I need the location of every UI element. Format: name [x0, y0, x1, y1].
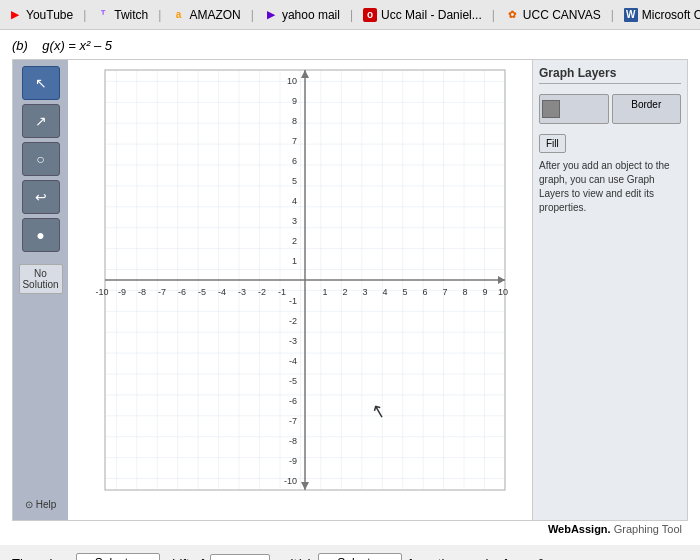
webassign-label: WebAssign. Graphing Tool	[12, 521, 688, 537]
svg-text:-2: -2	[289, 316, 297, 326]
help-button[interactable]: ⊙ Help	[25, 499, 57, 514]
svg-text:6: 6	[292, 156, 297, 166]
circle-tool[interactable]: ○	[22, 142, 60, 176]
graph-area: -10 -9 -8 -7 -6 -5 -4 -3 -2 -1 1 2 3 4 5…	[68, 60, 532, 520]
problem-label: (b) g(x) = x² – 5	[12, 38, 688, 53]
svg-text:1: 1	[322, 287, 327, 297]
sentence-prefix: There is a	[12, 556, 70, 561]
svg-text:-8: -8	[289, 436, 297, 446]
tab-yahoo[interactable]: ▶ yahoo mail	[264, 8, 340, 22]
svg-text:-3: -3	[289, 336, 297, 346]
svg-text:-5: -5	[198, 287, 206, 297]
svg-text:2: 2	[292, 236, 297, 246]
tab-office[interactable]: W Microsoft Office H...	[624, 8, 700, 22]
svg-text:-6: -6	[178, 287, 186, 297]
problem-equation: g(x) = x² – 5	[42, 38, 112, 53]
point-tool[interactable]: ●	[22, 218, 60, 252]
svg-text:-7: -7	[158, 287, 166, 297]
svg-text:-8: -8	[138, 287, 146, 297]
cursor-tool[interactable]: ↖	[22, 66, 60, 100]
svg-text:-7: -7	[289, 416, 297, 426]
graph-container: ↖ ↗ ○ ↩ ● No Solution ⊙ Help	[12, 59, 688, 521]
svg-text:-9: -9	[289, 456, 297, 466]
direction-select[interactable]: ---Select--- up down left right	[318, 553, 402, 560]
svg-text:-4: -4	[218, 287, 226, 297]
sentence-middle: shift of	[166, 556, 204, 561]
svg-text:-5: -5	[289, 376, 297, 386]
svg-text:9: 9	[482, 287, 487, 297]
canvas-favicon: ✿	[505, 8, 519, 22]
problem-part: (b)	[12, 38, 28, 53]
left-toolbar: ↖ ↗ ○ ↩ ● No Solution ⊙ Help	[13, 60, 68, 520]
shift-direction-select[interactable]: ---Select--- vertical horizontal	[76, 553, 160, 560]
svg-text:5: 5	[292, 176, 297, 186]
main-content: (b) g(x) = x² – 5 ↖ ↗ ○ ↩ ● No Solution …	[0, 30, 700, 545]
help-icon: ⊙	[25, 499, 33, 510]
youtube-favicon: ▶	[8, 8, 22, 22]
tab-amazon[interactable]: a AMAZON	[171, 8, 240, 22]
svg-text:-3: -3	[238, 287, 246, 297]
svg-text:10: 10	[498, 287, 508, 297]
sentence-suffix: from the graph of y = x².	[408, 556, 546, 561]
svg-text:3: 3	[362, 287, 367, 297]
graph-layers-title: Graph Layers	[539, 66, 681, 84]
word-favicon: W	[624, 8, 638, 22]
shift-amount-input[interactable]	[210, 554, 270, 560]
twitch-favicon: ᵀ	[96, 8, 110, 22]
svg-text:4: 4	[382, 287, 387, 297]
yahoo-favicon: ▶	[264, 8, 278, 22]
tab-canvas[interactable]: ✿ UCC CANVAS	[505, 8, 601, 22]
svg-text:-6: -6	[289, 396, 297, 406]
bottom-sentence: There is a ---Select--- vertical horizon…	[0, 545, 700, 560]
unit-label: unit(s)	[276, 556, 312, 561]
fill-button[interactable]: Fill	[539, 134, 566, 153]
color-swatch	[542, 100, 560, 118]
no-solution-button[interactable]: No Solution	[19, 264, 63, 294]
svg-text:10: 10	[287, 76, 297, 86]
svg-text:9: 9	[292, 96, 297, 106]
graph-layers-description: After you add an object to the graph, yo…	[539, 159, 681, 215]
svg-text:5: 5	[402, 287, 407, 297]
tab-youtube-label: YouTube	[26, 8, 73, 22]
svg-text:7: 7	[442, 287, 447, 297]
svg-text:3: 3	[292, 216, 297, 226]
ucc-mail-favicon: o	[363, 8, 377, 22]
move-tool[interactable]: ↗	[22, 104, 60, 138]
browser-toolbar: ▶ YouTube | ᵀ Twitch | a AMAZON | ▶ yaho…	[0, 0, 700, 30]
svg-text:-9: -9	[118, 287, 126, 297]
svg-text:4: 4	[292, 196, 297, 206]
svg-text:1: 1	[292, 256, 297, 266]
webassign-brand: WebAssign.	[548, 523, 611, 535]
border-button[interactable]: Border	[612, 94, 682, 124]
svg-text:6: 6	[422, 287, 427, 297]
svg-text:8: 8	[462, 287, 467, 297]
curve-tool[interactable]: ↩	[22, 180, 60, 214]
tab-ucc-mail[interactable]: o Ucc Mail - Daniel...	[363, 8, 482, 22]
tab-office-label: Microsoft Office H...	[642, 8, 700, 22]
color-button[interactable]	[539, 94, 609, 124]
svg-text:-2: -2	[258, 287, 266, 297]
svg-text:-10: -10	[95, 287, 108, 297]
tab-twitch[interactable]: ᵀ Twitch	[96, 8, 148, 22]
right-panel: Graph Layers Border Fill After you add a…	[532, 60, 687, 520]
svg-text:-4: -4	[289, 356, 297, 366]
tab-ucc-mail-label: Ucc Mail - Daniel...	[381, 8, 482, 22]
amazon-favicon: a	[171, 8, 185, 22]
graphing-tool-label: Graphing Tool	[614, 523, 682, 535]
graph-svg: -10 -9 -8 -7 -6 -5 -4 -3 -2 -1 1 2 3 4 5…	[68, 60, 532, 520]
tab-canvas-label: UCC CANVAS	[523, 8, 601, 22]
tab-amazon-label: AMAZON	[189, 8, 240, 22]
svg-text:-10: -10	[284, 476, 297, 486]
svg-text:8: 8	[292, 116, 297, 126]
svg-text:7: 7	[292, 136, 297, 146]
tab-youtube[interactable]: ▶ YouTube	[8, 8, 73, 22]
svg-text:2: 2	[342, 287, 347, 297]
tab-yahoo-label: yahoo mail	[282, 8, 340, 22]
svg-text:-1: -1	[289, 296, 297, 306]
tab-twitch-label: Twitch	[114, 8, 148, 22]
svg-text:-1: -1	[278, 287, 286, 297]
